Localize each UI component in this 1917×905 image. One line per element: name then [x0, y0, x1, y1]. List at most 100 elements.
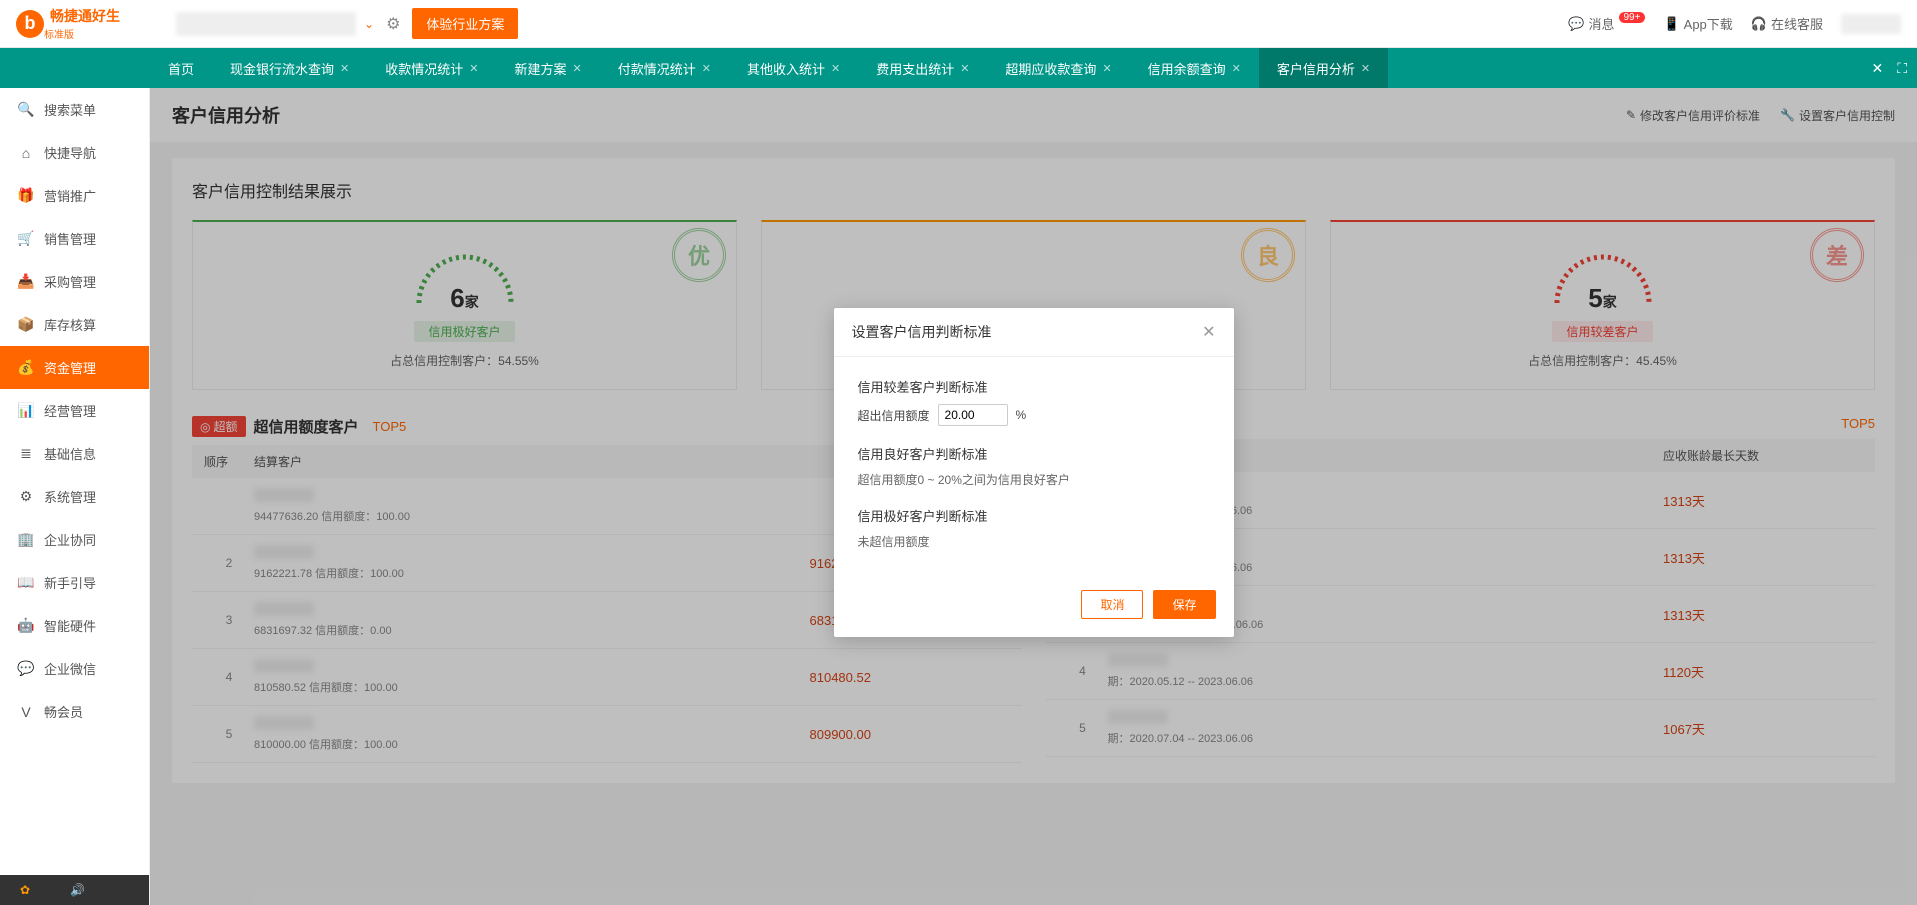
sidebar-item-label: 企业微信 [44, 659, 96, 678]
tab-新建方案[interactable]: 新建方案✕ [496, 48, 599, 88]
modal-sec1-unit: % [1016, 408, 1027, 422]
sidebar-item-label: 快捷导航 [44, 143, 96, 162]
tab-close-all-icon[interactable]: ✕ [1871, 60, 1883, 77]
sidebar-icon: 🎁 [18, 188, 34, 204]
gear-icon[interactable]: ⚙ [386, 14, 400, 34]
modal-title: 设置客户信用判断标准 [852, 322, 992, 342]
tab-close-icon[interactable]: ✕ [831, 62, 840, 75]
phone-icon: 📱 [1663, 16, 1679, 32]
message-icon: 💬 [1568, 16, 1584, 32]
tab-信用余额查询[interactable]: 信用余额查询✕ [1130, 48, 1259, 88]
sidebar-item-label: 新手引导 [44, 573, 96, 592]
sidebar-icon: 🔍 [18, 102, 34, 118]
modal-sec2-note: 超信用额度0 ~ 20%之间为信用良好客户 [858, 471, 1210, 488]
tab-其他收入统计[interactable]: 其他收入统计✕ [729, 48, 858, 88]
sidebar-item-label: 智能硬件 [44, 616, 96, 635]
sidebar-item-搜索菜单[interactable]: 🔍 搜索菜单 [0, 88, 149, 131]
sidebar-item-销售管理[interactable]: 🛒 销售管理 [0, 217, 149, 260]
close-icon[interactable]: ✕ [1202, 322, 1215, 342]
sidebar-item-系统管理[interactable]: ⚙系统管理 [0, 475, 149, 518]
chevron-down-icon[interactable]: ⌄ [364, 17, 374, 31]
sidebar-sound-icon[interactable]: 🔊 [70, 883, 85, 897]
sidebar-item-智能硬件[interactable]: 🤖 智能硬件 [0, 604, 149, 647]
modal-sec1-prefix: 超出信用额度 [858, 407, 930, 424]
sidebar-item-新手引导[interactable]: 📖 新手引导 [0, 561, 149, 604]
sidebar-icon: 💰 [18, 360, 34, 376]
sidebar-icon: ≣ [18, 446, 34, 462]
tab-close-icon[interactable]: ✕ [960, 62, 969, 75]
sidebar-item-label: 资金管理 [44, 358, 96, 377]
sidebar-item-label: 销售管理 [44, 229, 96, 248]
tab-close-icon[interactable]: ✕ [702, 62, 711, 75]
sidebar-item-基础信息[interactable]: ≣ 基础信息 [0, 432, 149, 475]
sidebar-item-label: 营销推广 [44, 186, 96, 205]
sidebar-icon: ⌂ [18, 145, 34, 161]
sidebar-item-经营管理[interactable]: 📊 经营管理 [0, 389, 149, 432]
tab-超期应收款查询[interactable]: 超期应收款查询✕ [987, 48, 1129, 88]
headset-icon: 🎧 [1751, 16, 1767, 32]
modal-sec2-label: 信用良好客户判断标准 [858, 444, 1210, 463]
service-label: 在线客服 [1771, 14, 1823, 33]
sidebar-icon: 🏢 [18, 532, 34, 548]
sidebar-item-label: 基础信息 [44, 444, 96, 463]
tab-close-icon[interactable]: ✕ [1361, 62, 1370, 75]
sidebar-icon: 📊 [18, 403, 34, 419]
message-label: 消息 [1588, 14, 1614, 33]
sidebar-icon: V [18, 704, 34, 720]
sidebar-item-快捷导航[interactable]: ⌂ 快捷导航 [0, 131, 149, 174]
sidebar-item-营销推广[interactable]: 🎁 营销推广 [0, 174, 149, 217]
sidebar-item-label: 库存核算 [44, 315, 96, 334]
message-link[interactable]: 💬 消息 99+ [1568, 14, 1645, 33]
tab-close-icon[interactable]: ✕ [469, 62, 478, 75]
sidebar-item-label: 企业协同 [44, 530, 96, 549]
sidebar-icon: 🤖 [18, 618, 34, 634]
tab-close-icon[interactable]: ✕ [340, 62, 349, 75]
online-service-link[interactable]: 🎧 在线客服 [1751, 14, 1823, 33]
sidebar-item-label: 系统管理 [44, 487, 96, 506]
sidebar-item-畅会员[interactable]: V 畅会员 [0, 690, 149, 733]
modal-sec3-label: 信用极好客户判断标准 [858, 506, 1210, 525]
sidebar-item-企业协同[interactable]: 🏢 企业协同 [0, 518, 149, 561]
logo-text: 畅捷通好生 [50, 8, 120, 24]
tab-fullscreen-icon[interactable]: ⛶ [1897, 60, 1907, 77]
tab-费用支出统计[interactable]: 费用支出统计✕ [858, 48, 987, 88]
sidebar-item-label: 经营管理 [44, 401, 96, 420]
sidebar-item-库存核算[interactable]: 📦 库存核算 [0, 303, 149, 346]
modal-sec1-label: 信用较差客户判断标准 [858, 377, 1210, 396]
logo-icon: b [16, 10, 44, 38]
tab-收款情况统计[interactable]: 收款情况统计✕ [367, 48, 496, 88]
avatar[interactable] [1841, 14, 1901, 34]
tab-首页[interactable]: 首页 [150, 48, 212, 88]
sidebar-icon: 📦 [18, 317, 34, 333]
app-label: App下载 [1684, 14, 1733, 33]
experience-button[interactable]: 体验行业方案 [412, 8, 518, 39]
sidebar-item-资金管理[interactable]: 💰 资金管理 [0, 346, 149, 389]
sidebar-item-label: 搜索菜单 [44, 100, 96, 119]
cancel-button[interactable]: 取消 [1081, 590, 1143, 619]
modal-mask: 设置客户信用判断标准 ✕ 信用较差客户判断标准 超出信用额度 % 信用良好客户判… [150, 88, 1917, 905]
logo-sub: 标准版 [44, 26, 120, 41]
sidebar-icon: 🛒 [18, 231, 34, 247]
app-download-link[interactable]: 📱 App下载 [1663, 14, 1732, 33]
tab-close-icon[interactable]: ✕ [573, 62, 582, 75]
sidebar-item-label: 畅会员 [44, 702, 83, 721]
sidebar-gear-icon[interactable]: ✿ [20, 883, 30, 897]
sidebar-item-企业微信[interactable]: 💬 企业微信 [0, 647, 149, 690]
tab-strip: 首页现金银行流水查询✕收款情况统计✕新建方案✕付款情况统计✕其他收入统计✕费用支… [0, 48, 1917, 88]
sidebar-item-采购管理[interactable]: 📥采购管理 [0, 260, 149, 303]
save-button[interactable]: 保存 [1153, 590, 1215, 619]
tab-客户信用分析[interactable]: 客户信用分析✕ [1259, 48, 1388, 88]
tab-付款情况统计[interactable]: 付款情况统计✕ [600, 48, 729, 88]
credit-threshold-input[interactable] [938, 404, 1008, 426]
sidebar-item-label: 采购管理 [44, 272, 96, 291]
sidebar: 🔍 搜索菜单 ⌂ 快捷导航 🎁 营销推广 🛒 销售管理 📥采购管理 📦 库存核算 💰 资金管理 📊 经营管理… [0, 88, 150, 905]
sidebar-icon: 📖 [18, 575, 34, 591]
tab-现金银行流水查询[interactable]: 现金银行流水查询✕ [212, 48, 367, 88]
logo: b 畅捷通好生 标准版 [16, 6, 156, 41]
badge: 99+ [1619, 12, 1646, 23]
modal-credit-criteria: 设置客户信用判断标准 ✕ 信用较差客户判断标准 超出信用额度 % 信用良好客户判… [834, 308, 1234, 637]
tab-close-icon[interactable]: ✕ [1232, 62, 1241, 75]
company-selector[interactable] [176, 12, 356, 36]
tab-close-icon[interactable]: ✕ [1102, 62, 1111, 75]
sidebar-icon: 💬 [18, 661, 34, 677]
